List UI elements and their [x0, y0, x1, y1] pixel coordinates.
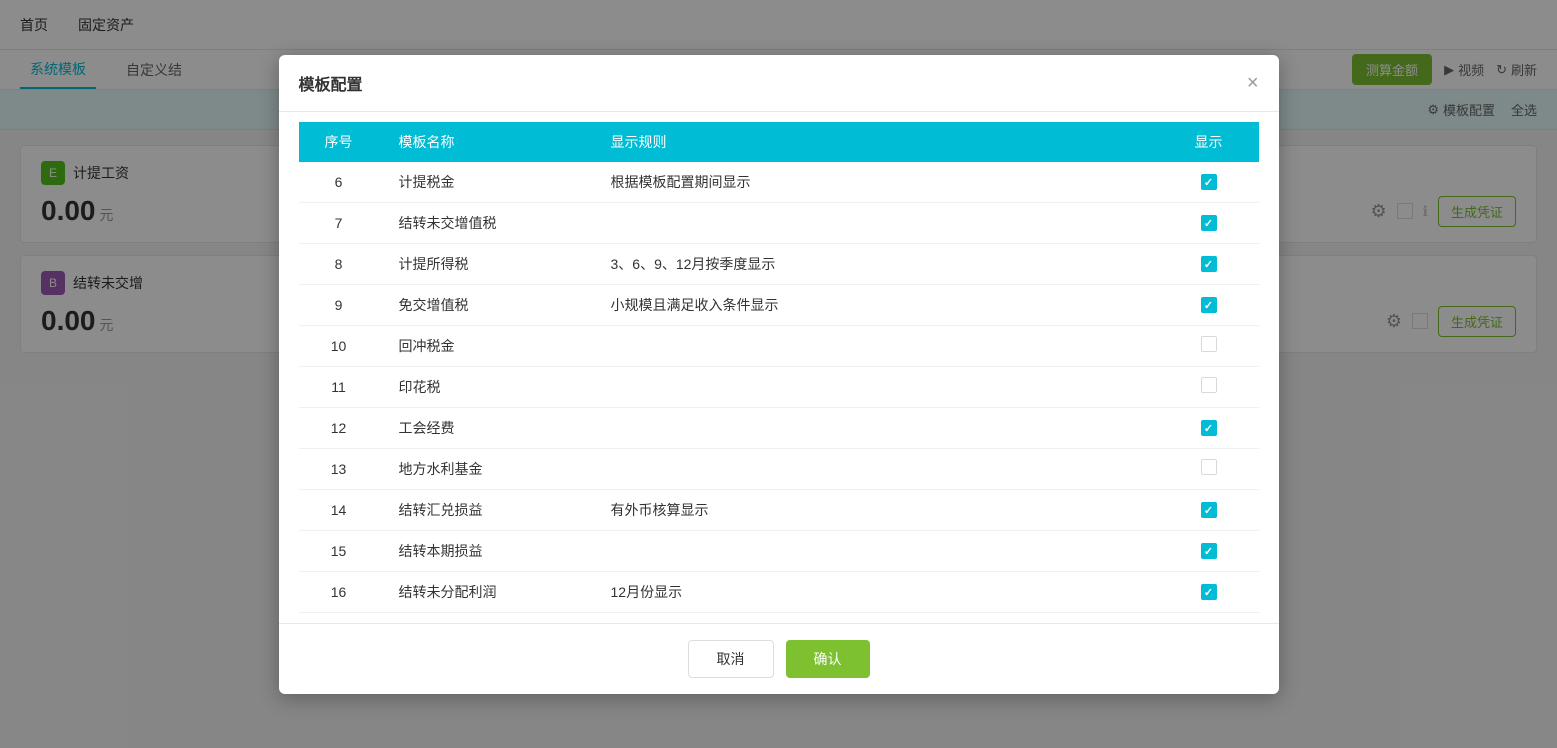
cell-name: 回冲税金: [379, 325, 599, 366]
cell-checkbox[interactable]: [1159, 448, 1259, 489]
cell-name: 免交增值税: [379, 284, 599, 325]
cell-rule: [599, 202, 1159, 243]
table-row: 16结转未分配利润12月份显示: [299, 571, 1259, 612]
cell-name: 结转未交增值税: [379, 202, 599, 243]
checkbox-unchecked[interactable]: [1201, 336, 1217, 352]
checkbox-checked[interactable]: [1201, 502, 1217, 518]
cell-rule: 小规模且满足收入条件显示: [599, 284, 1159, 325]
config-table: 序号 模板名称 显示规则 显示 6计提税金根据模板配置期间显示7结转未交增值税8…: [299, 122, 1259, 613]
cell-index: 8: [299, 243, 379, 284]
cell-name: 计提所得税: [379, 243, 599, 284]
table-row: 14结转汇兑损益有外币核算显示: [299, 489, 1259, 530]
template-config-modal: 模板配置 × 序号 模板名称 显示规则 显示 6计提税金根据模板配置期间显: [279, 55, 1279, 694]
table-header-row: 序号 模板名称 显示规则 显示: [299, 122, 1259, 162]
table-scroll-container[interactable]: 序号 模板名称 显示规则 显示 6计提税金根据模板配置期间显示7结转未交增值税8…: [299, 122, 1259, 613]
confirm-button[interactable]: 确认: [786, 640, 870, 678]
table-row: 11印花税: [299, 366, 1259, 407]
th-rule: 显示规则: [599, 122, 1159, 162]
cell-name: 结转未分配利润: [379, 571, 599, 612]
checkbox-unchecked[interactable]: [1201, 459, 1217, 475]
cell-rule: [599, 407, 1159, 448]
table-row: 10回冲税金: [299, 325, 1259, 366]
cell-name: 印花税: [379, 366, 599, 407]
th-index: 序号: [299, 122, 379, 162]
table-row: 13地方水利基金: [299, 448, 1259, 489]
checkbox-checked[interactable]: [1201, 215, 1217, 231]
table-row: 8计提所得税3、6、9、12月按季度显示: [299, 243, 1259, 284]
cell-index: 10: [299, 325, 379, 366]
cell-rule: 3、6、9、12月按季度显示: [599, 243, 1159, 284]
cell-name: 地方水利基金: [379, 448, 599, 489]
cell-name: 工会经费: [379, 407, 599, 448]
cell-rule: [599, 366, 1159, 407]
cell-checkbox[interactable]: [1159, 243, 1259, 284]
cell-checkbox[interactable]: [1159, 325, 1259, 366]
cell-rule: 12月份显示: [599, 571, 1159, 612]
cell-rule: [599, 325, 1159, 366]
cell-name: 结转本期损益: [379, 530, 599, 571]
cell-index: 11: [299, 366, 379, 407]
modal-header: 模板配置 ×: [279, 55, 1279, 112]
checkbox-checked[interactable]: [1201, 256, 1217, 272]
th-name: 模板名称: [379, 122, 599, 162]
modal-body: 序号 模板名称 显示规则 显示 6计提税金根据模板配置期间显示7结转未交增值税8…: [279, 112, 1279, 623]
cell-checkbox[interactable]: [1159, 162, 1259, 203]
cell-index: 6: [299, 162, 379, 203]
cell-checkbox[interactable]: [1159, 202, 1259, 243]
th-display: 显示: [1159, 122, 1259, 162]
cell-checkbox[interactable]: [1159, 530, 1259, 571]
checkbox-unchecked[interactable]: [1201, 377, 1217, 393]
table-row: 15结转本期损益: [299, 530, 1259, 571]
modal-title: 模板配置: [299, 71, 363, 95]
checkbox-checked[interactable]: [1201, 543, 1217, 559]
cell-checkbox[interactable]: [1159, 407, 1259, 448]
table-row: 6计提税金根据模板配置期间显示: [299, 162, 1259, 203]
checkbox-checked[interactable]: [1201, 174, 1217, 190]
cell-index: 14: [299, 489, 379, 530]
table-body: 6计提税金根据模板配置期间显示7结转未交增值税8计提所得税3、6、9、12月按季…: [299, 162, 1259, 613]
modal-close-button[interactable]: ×: [1247, 73, 1259, 93]
checkbox-checked[interactable]: [1201, 584, 1217, 600]
cell-checkbox[interactable]: [1159, 489, 1259, 530]
cell-rule: 根据模板配置期间显示: [599, 162, 1159, 203]
cell-rule: 有外币核算显示: [599, 489, 1159, 530]
table-row: 7结转未交增值税: [299, 202, 1259, 243]
modal-overlay: 模板配置 × 序号 模板名称 显示规则 显示 6计提税金根据模板配置期间显: [0, 0, 1557, 748]
cell-rule: [599, 530, 1159, 571]
cell-name: 结转汇兑损益: [379, 489, 599, 530]
cell-index: 9: [299, 284, 379, 325]
cell-index: 13: [299, 448, 379, 489]
cell-name: 计提税金: [379, 162, 599, 203]
modal-footer: 取消 确认: [279, 623, 1279, 694]
cell-index: 16: [299, 571, 379, 612]
checkbox-checked[interactable]: [1201, 420, 1217, 436]
cell-index: 12: [299, 407, 379, 448]
cell-checkbox[interactable]: [1159, 571, 1259, 612]
cancel-button[interactable]: 取消: [688, 640, 774, 678]
cell-checkbox[interactable]: [1159, 284, 1259, 325]
table-row: 12工会经费: [299, 407, 1259, 448]
table-row: 9免交增值税小规模且满足收入条件显示: [299, 284, 1259, 325]
cell-index: 15: [299, 530, 379, 571]
cell-index: 7: [299, 202, 379, 243]
cell-checkbox[interactable]: [1159, 366, 1259, 407]
checkbox-checked[interactable]: [1201, 297, 1217, 313]
cell-rule: [599, 448, 1159, 489]
